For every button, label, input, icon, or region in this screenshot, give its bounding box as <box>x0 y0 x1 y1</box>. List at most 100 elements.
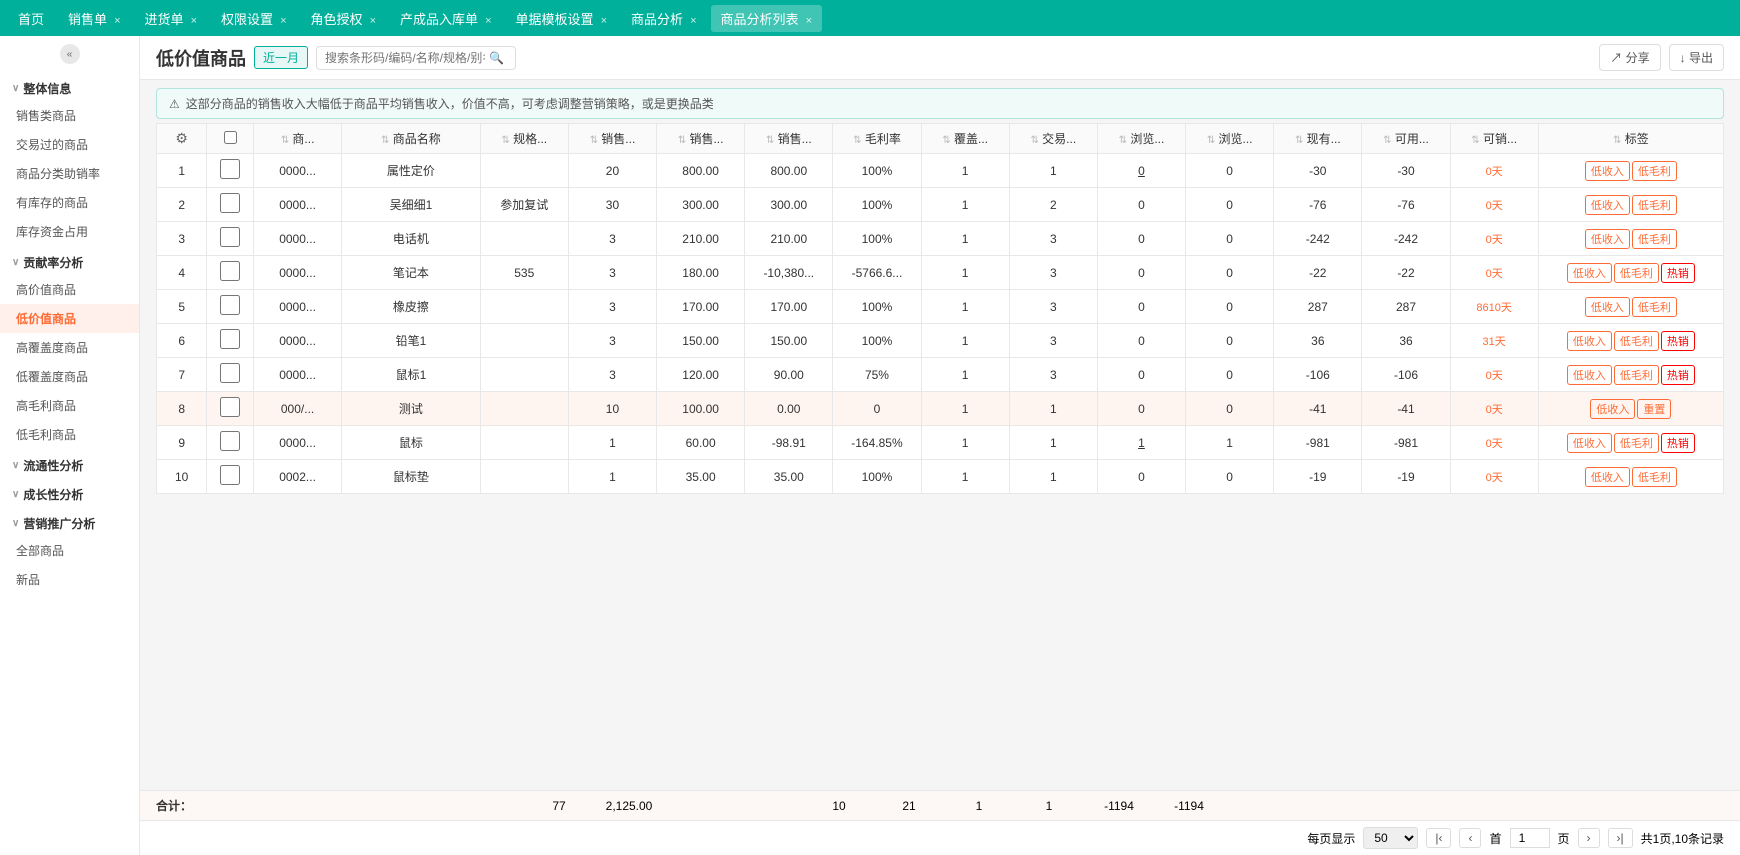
row-select-checkbox[interactable] <box>220 193 240 213</box>
share-button[interactable]: ↗ 分享 <box>1599 44 1660 71</box>
row-select-checkbox[interactable] <box>220 329 240 349</box>
sort-icon[interactable]: ⇅ <box>1383 135 1391 146</box>
gear-icon[interactable]: ⚙ <box>175 130 188 146</box>
sort-icon[interactable]: ⇅ <box>942 135 950 146</box>
sort-icon[interactable]: ⇅ <box>1613 135 1621 146</box>
row-checkbox[interactable] <box>207 290 254 324</box>
sidebar-section-营销推广分析[interactable]: ∨ 营销推广分析 <box>0 507 139 536</box>
nav-item-进货单[interactable]: 进货单 × <box>135 5 208 32</box>
sort-icon[interactable]: ⇅ <box>1119 135 1127 146</box>
next-page-btn[interactable]: › <box>1578 828 1600 848</box>
col-header-6[interactable]: ⇅ 销售... <box>657 124 745 154</box>
row-checkbox[interactable] <box>207 392 254 426</box>
sidebar-collapse-btn[interactable]: « <box>60 44 80 64</box>
col-header-9[interactable]: ⇅ 覆盖... <box>921 124 1009 154</box>
sidebar-item-交易过的商品[interactable]: 交易过的商品 <box>0 130 139 159</box>
sidebar-section-整体信息[interactable]: ∨ 整体信息 <box>0 72 139 101</box>
nav-close-icon[interactable]: × <box>111 15 120 27</box>
row-select-checkbox[interactable] <box>220 363 240 383</box>
col-header-5[interactable]: ⇅ 销售... <box>568 124 656 154</box>
nav-close-icon[interactable]: × <box>188 15 197 27</box>
col-header-2[interactable]: ⇅ 商... <box>253 124 341 154</box>
nav-item-权限设置[interactable]: 权限设置 × <box>211 5 297 32</box>
col-header-15[interactable]: ⇅ 可销... <box>1450 124 1538 154</box>
col-header-7[interactable]: ⇅ 销售... <box>745 124 833 154</box>
sort-icon[interactable]: ⇅ <box>1471 135 1479 146</box>
sort-icon[interactable]: ⇅ <box>1207 135 1215 146</box>
nav-item-销售单[interactable]: 销售单 × <box>58 5 131 32</box>
search-icon[interactable]: 🔍 <box>489 51 504 65</box>
row-select-checkbox[interactable] <box>220 261 240 281</box>
nav-item-商品分析列表[interactable]: 商品分析列表 × <box>711 5 823 32</box>
sidebar-item-有库存的商品[interactable]: 有库存的商品 <box>0 188 139 217</box>
sort-icon[interactable]: ⇅ <box>1030 135 1038 146</box>
nav-item-单据模板设置[interactable]: 单据模板设置 × <box>506 5 618 32</box>
row-checkbox[interactable] <box>207 188 254 222</box>
col-header-12[interactable]: ⇅ 浏览... <box>1186 124 1274 154</box>
row-checkbox[interactable] <box>207 324 254 358</box>
search-input[interactable] <box>325 51 485 65</box>
col-header-14[interactable]: ⇅ 可用... <box>1362 124 1450 154</box>
sidebar-item-低价值商品[interactable]: 低价值商品 <box>0 304 139 333</box>
col-header-3[interactable]: ⇅ 商品名称 <box>342 124 481 154</box>
page-size-select[interactable]: 50 100 <box>1363 827 1418 849</box>
sidebar-section-成长性分析[interactable]: ∨ 成长性分析 <box>0 478 139 507</box>
row-checkbox[interactable] <box>207 426 254 460</box>
row-select-checkbox[interactable] <box>220 397 240 417</box>
sidebar-section-流通性分析[interactable]: ∨ 流通性分析 <box>0 449 139 478</box>
sidebar-item-全部商品[interactable]: 全部商品 <box>0 536 139 565</box>
export-button[interactable]: ↓ 导出 <box>1669 44 1724 71</box>
sidebar-item-销售类商品[interactable]: 销售类商品 <box>0 101 139 130</box>
browse-link[interactable]: 0 <box>1138 164 1145 178</box>
col-header-4[interactable]: ⇅ 规格... <box>480 124 568 154</box>
prev-page-btn[interactable]: ‹ <box>1459 828 1481 848</box>
sidebar-item-低覆盖度商品[interactable]: 低覆盖度商品 <box>0 362 139 391</box>
page-number-input[interactable] <box>1510 828 1550 848</box>
row-select-checkbox[interactable] <box>220 227 240 247</box>
col-header-11[interactable]: ⇅ 浏览... <box>1097 124 1185 154</box>
row-select-checkbox[interactable] <box>220 295 240 315</box>
first-page-btn[interactable]: |‹ <box>1426 828 1451 848</box>
sort-icon[interactable]: ⇅ <box>766 135 774 146</box>
row-checkbox[interactable] <box>207 154 254 188</box>
col-header-16[interactable]: ⇅ 标签 <box>1538 124 1723 154</box>
sidebar-item-新品[interactable]: 新品 <box>0 565 139 594</box>
sidebar-item-库存资金占用[interactable]: 库存资金占用 <box>0 217 139 246</box>
nav-close-icon[interactable]: × <box>687 15 696 27</box>
col-header-8[interactable]: ⇅ 毛利率 <box>833 124 921 154</box>
row-checkbox[interactable] <box>207 222 254 256</box>
select-all-checkbox[interactable] <box>224 131 237 144</box>
row-select-checkbox[interactable] <box>220 159 240 179</box>
sidebar-item-商品分类助销率[interactable]: 商品分类助销率 <box>0 159 139 188</box>
nav-item-首页[interactable]: 首页 <box>8 5 54 32</box>
sort-icon[interactable]: ⇅ <box>590 135 598 146</box>
row-checkbox[interactable] <box>207 358 254 392</box>
search-box[interactable]: 🔍 <box>316 46 516 70</box>
col-header-13[interactable]: ⇅ 现有... <box>1274 124 1362 154</box>
nav-close-icon[interactable]: × <box>598 15 607 27</box>
sort-icon[interactable]: ⇅ <box>501 135 509 146</box>
browse-link[interactable]: 1 <box>1138 436 1145 450</box>
row-checkbox[interactable] <box>207 256 254 290</box>
sort-icon[interactable]: ⇅ <box>381 135 389 146</box>
sort-icon[interactable]: ⇅ <box>1295 135 1303 146</box>
nav-close-icon[interactable]: × <box>803 15 812 27</box>
sort-icon[interactable]: ⇅ <box>281 135 289 146</box>
nav-close-icon[interactable]: × <box>367 15 376 27</box>
nav-item-产成品入库单[interactable]: 产成品入库单 × <box>390 5 502 32</box>
sidebar-item-低毛利商品[interactable]: 低毛利商品 <box>0 420 139 449</box>
sidebar-item-高覆盖度商品[interactable]: 高覆盖度商品 <box>0 333 139 362</box>
nav-close-icon[interactable]: × <box>482 15 491 27</box>
sidebar-section-贡献率分析[interactable]: ∨ 贡献率分析 <box>0 246 139 275</box>
nav-close-icon[interactable]: × <box>277 15 286 27</box>
nav-item-商品分析[interactable]: 商品分析 × <box>621 5 707 32</box>
filter-tag[interactable]: 近一月 <box>254 46 308 69</box>
col-header-10[interactable]: ⇅ 交易... <box>1009 124 1097 154</box>
sidebar-item-高毛利商品[interactable]: 高毛利商品 <box>0 391 139 420</box>
row-select-checkbox[interactable] <box>220 465 240 485</box>
nav-item-角色授权[interactable]: 角色授权 × <box>301 5 387 32</box>
sort-icon[interactable]: ⇅ <box>853 135 861 146</box>
row-select-checkbox[interactable] <box>220 431 240 451</box>
last-page-btn[interactable]: ›| <box>1608 828 1633 848</box>
sidebar-item-高价值商品[interactable]: 高价值商品 <box>0 275 139 304</box>
